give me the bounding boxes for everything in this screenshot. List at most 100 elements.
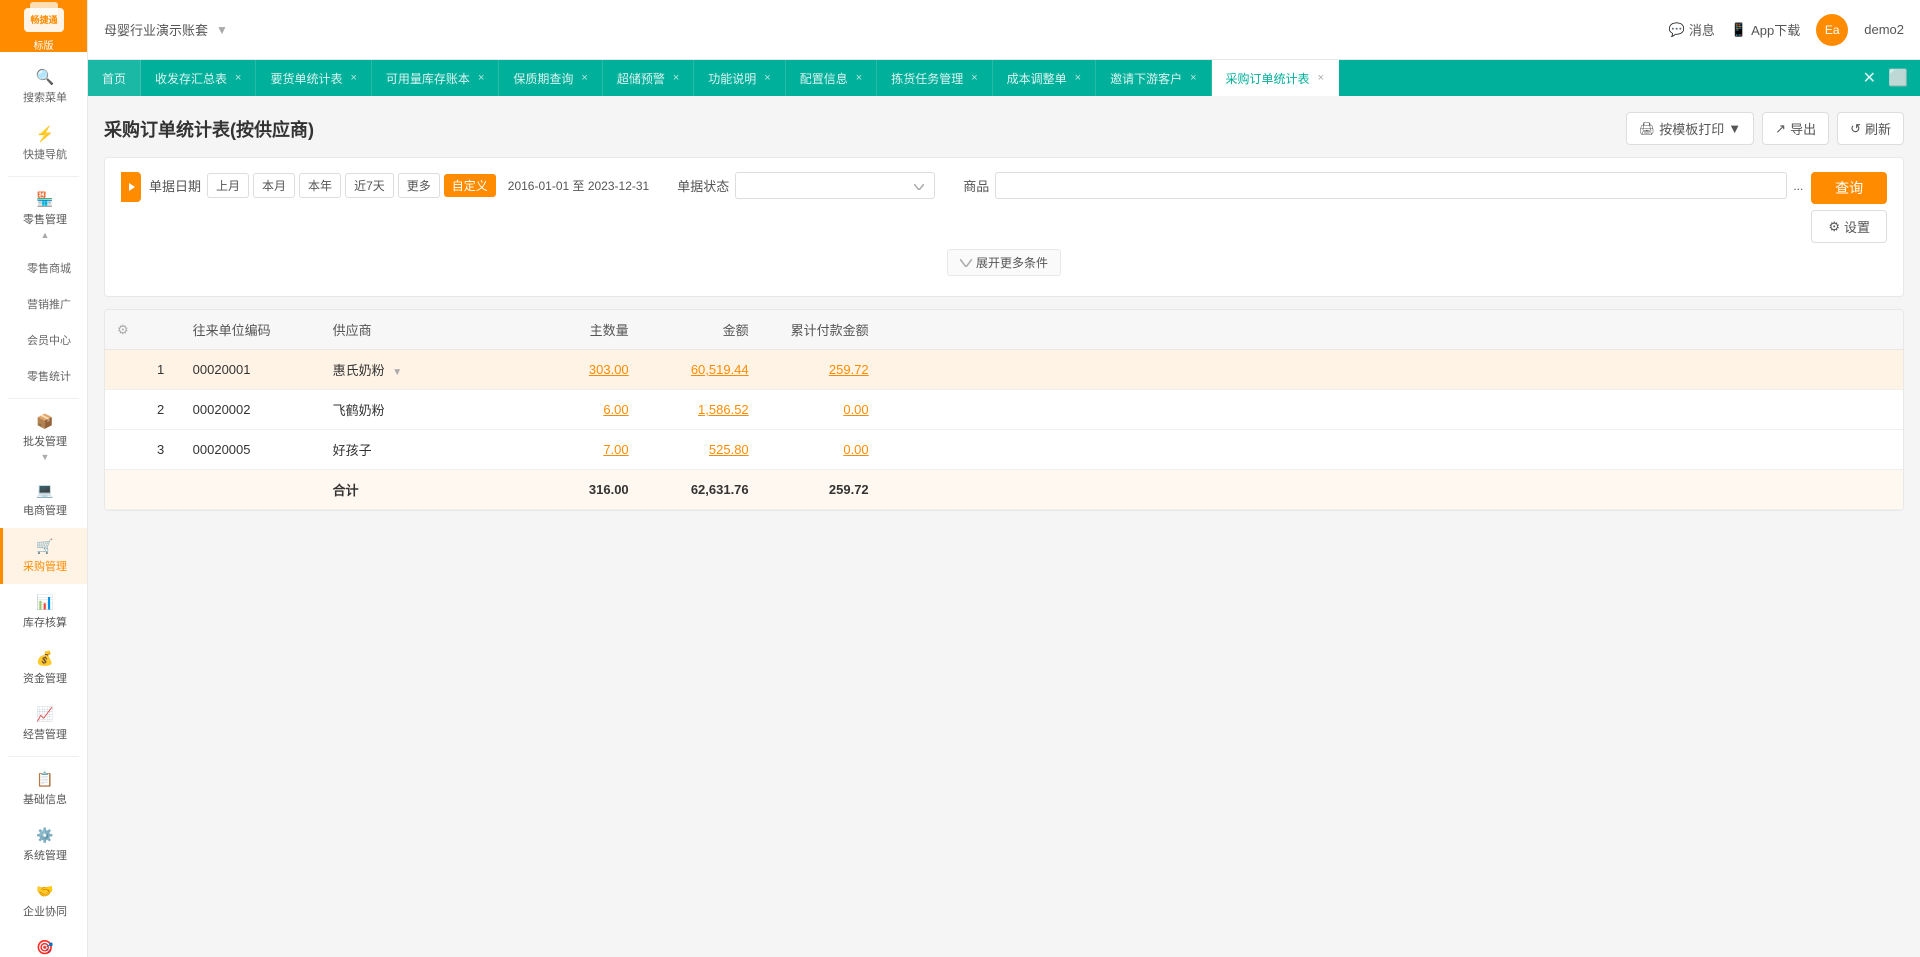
basics-icon: 📋 [36, 771, 53, 788]
sidebar-item-retail-mall[interactable]: 零售商城 [0, 250, 87, 286]
keyongliang-tab-label: 可用量库存账本 [386, 70, 470, 87]
sidebar-item-quicknav[interactable]: ⚡ 快捷导航 [0, 115, 87, 172]
tab-gongneng[interactable]: 功能说明 × [694, 60, 785, 96]
sidebar-item-wholesale[interactable]: 📦 批发管理 ▼ [0, 403, 87, 472]
table-row[interactable]: 1 00020001 惠氏奶粉 ▼ 303.00 60,519.44 [105, 350, 1903, 390]
sidebar-item-system[interactable]: ⚙️ 系统管理 [0, 817, 87, 873]
export-button[interactable]: ↗ 导出 [1762, 112, 1829, 145]
refresh-button[interactable]: ↺ 刷新 [1837, 112, 1904, 145]
row2-amount-link[interactable]: 1,586.52 [698, 402, 749, 417]
baoyuanqi-tab-label: 保质期查询 [513, 70, 573, 87]
store-dropdown-icon[interactable]: ▼ [216, 23, 228, 37]
goods-input[interactable] [1006, 178, 1776, 193]
sidebar-item-inventory[interactable]: 📊 库存核算 [0, 584, 87, 640]
date-btn-thismonth[interactable]: 本月 [253, 173, 295, 198]
row2-amount: 1,586.52 [641, 390, 761, 430]
print-button[interactable]: 🖨 按模板打印 ▼ [1626, 112, 1754, 145]
status-filter: 单据状态 [677, 172, 935, 199]
tab-chengben[interactable]: 成本调整单 × [993, 60, 1096, 96]
row1-qty-link[interactable]: 303.00 [589, 362, 629, 377]
row2-qty-link[interactable]: 6.00 [603, 402, 628, 417]
status-select[interactable] [735, 172, 935, 199]
tab-home[interactable]: 首页 [88, 60, 141, 96]
tab-close-yaoqing[interactable]: × [1190, 72, 1196, 84]
row1-paid-link[interactable]: 259.72 [829, 362, 869, 377]
tab-close-keyongliang[interactable]: × [478, 72, 484, 84]
message-button[interactable]: 💬 消息 [1669, 20, 1715, 39]
row1-settings [105, 350, 141, 390]
sidebar-item-search[interactable]: 🔍 搜索菜单 [0, 58, 87, 115]
tab-close-peihuorenwu[interactable]: × [971, 72, 977, 84]
tab-close-gongneng[interactable]: × [764, 72, 770, 84]
purchase-icon: 🛒 [36, 538, 53, 555]
main-container: 母婴行业演示账套 ▼ 💬 消息 📱 App下载 Ea demo2 首页 收发存汇… [88, 0, 1920, 957]
date-custom-badge[interactable]: 自定义 [444, 174, 496, 197]
filter-settings-label: 设置 [1844, 217, 1870, 236]
tab-yaohuo[interactable]: 要货单统计表 × [256, 60, 371, 96]
expand-more-button[interactable]: 展开更多条件 [947, 249, 1061, 276]
col-header-amount: 金额 [641, 310, 761, 350]
date-btn-thisyear[interactable]: 本年 [299, 173, 341, 198]
sidebar-item-retail[interactable]: 🏪 零售管理 ▲ [0, 181, 87, 250]
sidebar-item-marketing[interactable]: 营销推广 [0, 286, 87, 322]
sidebar-item-member[interactable]: 会员中心 [0, 322, 87, 358]
message-label: 消息 [1689, 20, 1715, 39]
tab-peizhi[interactable]: 配置信息 × [786, 60, 877, 96]
row3-qty-link[interactable]: 7.00 [603, 442, 628, 457]
tab-caigou[interactable]: 采购订单统计表 × [1212, 60, 1339, 96]
sidebar-item-finance[interactable]: 💰 资金管理 [0, 640, 87, 696]
row2-paid-link[interactable]: 0.00 [843, 402, 868, 417]
filter-toggle[interactable] [121, 172, 141, 202]
tab-close-peizhi[interactable]: × [856, 72, 862, 84]
collab-icon: 🤝 [36, 883, 53, 900]
app-download-button[interactable]: 📱 App下载 [1731, 20, 1800, 39]
sidebar-item-collab[interactable]: 🤝 企业协同 [0, 873, 87, 929]
tab-close-caigou[interactable]: × [1318, 72, 1324, 84]
tab-yaoqing[interactable]: 邀请下游客户 × [1096, 60, 1211, 96]
system-icon: ⚙️ [36, 827, 53, 844]
tab-close-baoyuanqi[interactable]: × [581, 72, 587, 84]
tab-close-all-button[interactable]: ✕ [1859, 68, 1880, 88]
tab-peihuorenwu[interactable]: 拣货任务管理 × [877, 60, 992, 96]
date-btn-lastmonth[interactable]: 上月 [207, 173, 249, 198]
tab-keyongliang[interactable]: 可用量库存账本 × [372, 60, 499, 96]
gongneng-tab-label: 功能说明 [708, 70, 756, 87]
row3-qty: 7.00 [521, 430, 641, 470]
row1-amount-link[interactable]: 60,519.44 [691, 362, 749, 377]
sidebar-retail-label: 零售管理 [23, 211, 67, 227]
table-row[interactable]: 2 00020002 飞鹤奶粉 6.00 1,586.52 0.00 [105, 390, 1903, 430]
col-header-supplier: 供应商 [321, 310, 521, 350]
username[interactable]: demo2 [1864, 22, 1904, 37]
filter-settings-button[interactable]: ⚙ 设置 [1811, 210, 1887, 243]
shoufafa-tab-label: 收发存汇总表 [155, 70, 227, 87]
col-header-paid: 累计付款金额 [761, 310, 881, 350]
sidebar-item-newbie[interactable]: 🎯 新手引导 [0, 929, 87, 957]
tab-maximize-button[interactable]: ⬜ [1884, 68, 1912, 88]
query-button[interactable]: 查询 [1811, 172, 1887, 204]
user-avatar[interactable]: Ea [1816, 14, 1848, 46]
settings-col-icon[interactable]: ⚙ [117, 322, 129, 337]
tab-shoufafa[interactable]: 收发存汇总表 × [141, 60, 256, 96]
tab-close-yaohuo[interactable]: × [350, 72, 356, 84]
row3-supplier: 好孩子 [321, 430, 521, 470]
sidebar-item-ops[interactable]: 📈 经营管理 [0, 696, 87, 752]
date-btn-7days[interactable]: 近7天 [345, 173, 394, 198]
tab-baoyuanqi[interactable]: 保质期查询 × [499, 60, 602, 96]
table-row[interactable]: 3 00020005 好孩子 7.00 525.80 0.00 [105, 430, 1903, 470]
tab-close-shoufafa[interactable]: × [235, 72, 241, 84]
date-btn-more[interactable]: 更多 [398, 173, 440, 198]
sidebar-item-purchase[interactable]: 🛒 采购管理 [0, 528, 87, 584]
caigou-tab-label: 采购订单统计表 [1226, 70, 1310, 87]
row3-paid-link[interactable]: 0.00 [843, 442, 868, 457]
sidebar-item-retail-stats[interactable]: 零售统计 [0, 358, 87, 394]
tab-close-chaochu[interactable]: × [673, 72, 679, 84]
sidebar-item-ecommerce[interactable]: 💻 电商管理 [0, 472, 87, 528]
goods-filter: 商品 ... [963, 172, 1803, 199]
more-filters-button[interactable]: ... [1793, 179, 1803, 193]
row3-amount-link[interactable]: 525.80 [709, 442, 749, 457]
app-logo[interactable]: 畅捷通 标版 [0, 0, 87, 52]
sidebar-item-basics[interactable]: 📋 基础信息 [0, 761, 87, 817]
tab-close-chengben[interactable]: × [1075, 72, 1081, 84]
tab-chaochu[interactable]: 超储预警 × [603, 60, 694, 96]
date-filter-label: 单据日期 [149, 176, 201, 195]
